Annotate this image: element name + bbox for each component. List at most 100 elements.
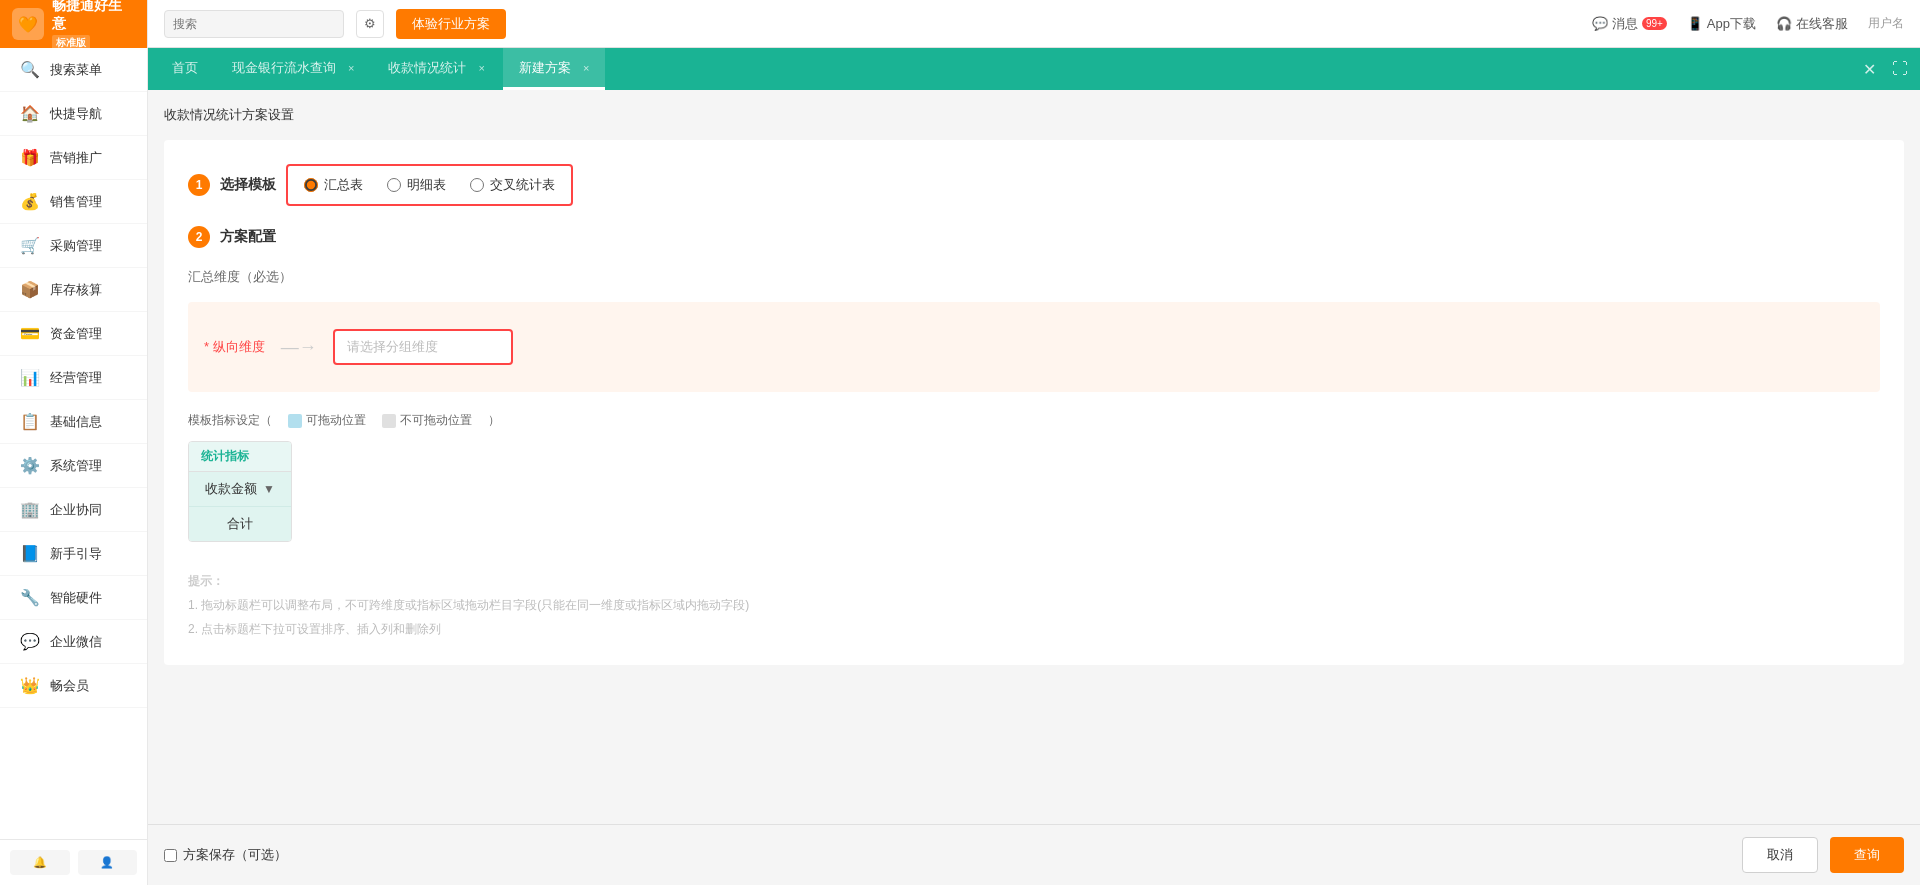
sidebar-item-label: 资金管理 <box>50 325 102 343</box>
sidebar-item-finance[interactable]: 💳 资金管理 <box>0 312 147 356</box>
template-radio-cross[interactable] <box>470 178 484 192</box>
indicator-group-label: 统计指标 <box>189 442 291 472</box>
search-input[interactable] <box>164 10 344 38</box>
marketing-icon: 🎁 <box>20 148 40 167</box>
tab-collection-stat-label: 收款情况统计 <box>388 59 466 77</box>
app-download-button[interactable]: 📱 App下载 <box>1687 15 1756 33</box>
dimension-placeholder: 请选择分组维度 <box>347 338 438 356</box>
sidebar-item-system[interactable]: ⚙️ 系统管理 <box>0 444 147 488</box>
tab-new-plan[interactable]: 新建方案 × <box>503 48 605 90</box>
sidebar-item-purchase[interactable]: 🛒 采购管理 <box>0 224 147 268</box>
movable-label: 可拖动位置 <box>306 412 366 429</box>
sidebar-item-inventory[interactable]: 📦 库存核算 <box>0 268 147 312</box>
gear-icon[interactable]: ⚙ <box>356 10 384 38</box>
fixed-label: 不可拖动位置 <box>400 412 472 429</box>
message-button[interactable]: 💬 消息 99+ <box>1592 15 1667 33</box>
indicator-amount-label: 收款金额 <box>205 480 257 498</box>
plan-settings-card: 1 选择模板 汇总表 明细表 交叉统计表 <box>164 140 1904 665</box>
template-radio-detail[interactable] <box>387 178 401 192</box>
topbar-right: 💬 消息 99+ 📱 App下载 🎧 在线客服 用户名 <box>1592 15 1904 33</box>
indicator-subtotal-label: 合计 <box>227 516 253 531</box>
sidebar-item-enterprise-collab[interactable]: 🏢 企业协同 <box>0 488 147 532</box>
tab-new-plan-close[interactable]: × <box>583 62 589 74</box>
app-download-label: App下载 <box>1707 15 1756 33</box>
enterprise-wechat-icon: 💬 <box>20 632 40 651</box>
search-menu-icon: 🔍 <box>20 60 40 79</box>
dimension-area: * 纵向维度 —→ 请选择分组维度 <box>188 302 1880 392</box>
dimension-row: * 纵向维度 —→ 请选择分组维度 <box>204 329 513 365</box>
sidebar-item-label: 营销推广 <box>50 149 102 167</box>
newbie-icon: 📘 <box>20 544 40 563</box>
topbar-left: ⚙ 体验行业方案 <box>164 9 506 39</box>
dimension-section-label: 汇总维度（必选） <box>188 268 1880 286</box>
step2-title: 方案配置 <box>220 228 276 246</box>
topbar: ⚙ 体验行业方案 💬 消息 99+ 📱 App下载 🎧 在线客服 用户名 <box>148 0 1920 48</box>
template-option-cross[interactable]: 交叉统计表 <box>470 176 555 194</box>
template-radio-summary[interactable] <box>304 178 318 192</box>
tab-bank-flow[interactable]: 现金银行流水查询 × <box>216 48 370 90</box>
sidebar-item-basic[interactable]: 📋 基础信息 <box>0 400 147 444</box>
sidebar-footer-btn1[interactable]: 🔔 <box>10 850 70 875</box>
sidebar-item-marketing[interactable]: 🎁 营销推广 <box>0 136 147 180</box>
operations-icon: 📊 <box>20 368 40 387</box>
footer-bar: 方案保存（可选） 取消 查询 <box>148 824 1920 885</box>
tab-maximize-button[interactable]: ⛶ <box>1888 60 1912 78</box>
vertical-dimension-label: * 纵向维度 <box>204 338 265 356</box>
sidebar-item-newbie[interactable]: 📘 新手引导 <box>0 532 147 576</box>
tab-bank-flow-label: 现金银行流水查询 <box>232 59 336 77</box>
online-support-icon: 🎧 <box>1776 16 1792 31</box>
tab-bank-flow-close[interactable]: × <box>348 62 354 74</box>
content-area: 收款情况统计方案设置 1 选择模板 汇总表 明细表 <box>148 90 1920 824</box>
tab-collection-stat[interactable]: 收款情况统计 × <box>372 48 500 90</box>
tips-title: 提示： <box>188 569 1880 593</box>
template-detail-label: 明细表 <box>407 176 446 194</box>
step2-header: 2 方案配置 <box>188 226 1880 248</box>
message-label: 消息 <box>1612 15 1638 33</box>
template-option-summary[interactable]: 汇总表 <box>304 176 363 194</box>
sidebar-item-operations[interactable]: 📊 经营管理 <box>0 356 147 400</box>
tab-home[interactable]: 首页 <box>156 48 214 90</box>
fixed-legend-box <box>382 414 396 428</box>
cancel-button[interactable]: 取消 <box>1742 837 1818 873</box>
message-icon: 💬 <box>1592 16 1608 31</box>
tab-new-plan-label: 新建方案 <box>519 59 571 77</box>
sidebar-item-label: 基础信息 <box>50 413 102 431</box>
save-checkbox[interactable] <box>164 849 177 862</box>
sidebar-footer: 🔔 👤 <box>0 839 147 885</box>
sidebar-item-search-menu[interactable]: 🔍 搜索菜单 <box>0 48 147 92</box>
sidebar-footer-btn2[interactable]: 👤 <box>78 850 138 875</box>
tab-collection-stat-close[interactable]: × <box>478 62 484 74</box>
vip-icon: 👑 <box>20 676 40 695</box>
sidebar-item-enterprise-wechat[interactable]: 💬 企业微信 <box>0 620 147 664</box>
online-support-label: 在线客服 <box>1796 15 1848 33</box>
template-option-detail[interactable]: 明细表 <box>387 176 446 194</box>
tab-close-all-button[interactable]: ✕ <box>1859 60 1880 79</box>
main-content: ⚙ 体验行业方案 💬 消息 99+ 📱 App下载 🎧 在线客服 用户名 <box>148 0 1920 885</box>
logo-name: 畅捷通好生意 <box>52 0 135 33</box>
basic-icon: 📋 <box>20 412 40 431</box>
save-option[interactable]: 方案保存（可选） <box>164 846 287 864</box>
query-button[interactable]: 查询 <box>1830 837 1904 873</box>
sidebar-item-quick-nav[interactable]: 🏠 快捷导航 <box>0 92 147 136</box>
tips-section: 提示： 1. 拖动标题栏可以调整布局，不可跨维度或指标区域拖动栏目字段(只能在同… <box>188 569 1880 641</box>
template-cross-label: 交叉统计表 <box>490 176 555 194</box>
sidebar-item-label: 智能硬件 <box>50 589 102 607</box>
sidebar-item-label: 销售管理 <box>50 193 102 211</box>
sidebar-item-smart-hardware[interactable]: 🔧 智能硬件 <box>0 576 147 620</box>
inventory-icon: 📦 <box>20 280 40 299</box>
step2-number: 2 <box>188 226 210 248</box>
indicator-cell-amount[interactable]: 收款金额 ▼ <box>189 472 291 507</box>
smart-hardware-icon: 🔧 <box>20 588 40 607</box>
dropdown-icon[interactable]: ▼ <box>263 482 275 496</box>
sidebar-item-vip[interactable]: 👑 畅会员 <box>0 664 147 708</box>
online-support-button[interactable]: 🎧 在线客服 <box>1776 15 1848 33</box>
dimension-select[interactable]: 请选择分组维度 <box>333 329 513 365</box>
save-option-label: 方案保存（可选） <box>183 846 287 864</box>
sidebar-item-sales[interactable]: 💰 销售管理 <box>0 180 147 224</box>
tabbar-actions: ✕ ⛶ <box>1859 48 1912 90</box>
tip-item-2: 2. 点击标题栏下拉可设置排序、插入列和删除列 <box>188 617 1880 641</box>
industry-plan-button[interactable]: 体验行业方案 <box>396 9 506 39</box>
movable-legend: 可拖动位置 <box>288 412 366 429</box>
indicator-table: 统计指标 收款金额 ▼ 合计 <box>188 441 292 542</box>
sales-icon: 💰 <box>20 192 40 211</box>
